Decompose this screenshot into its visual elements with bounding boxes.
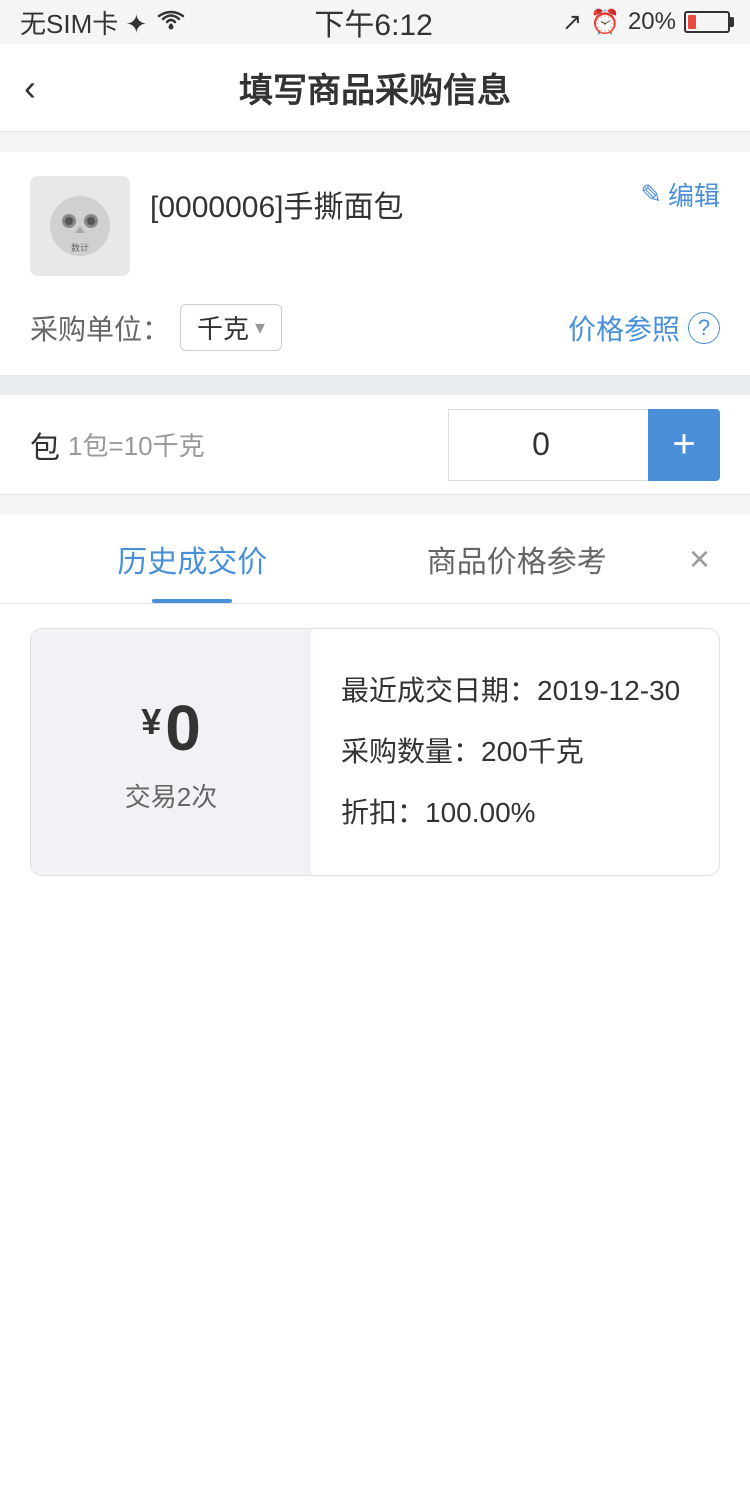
history-card: ¥ 0 交易2次 最近成交日期：2019-12-30 采购数量：200千克 折扣… <box>30 628 720 876</box>
currency-symbol: ¥ <box>141 701 161 743</box>
transactions-label: 交易2次 <box>125 777 217 814</box>
edit-label: 编辑 <box>668 176 720 213</box>
tab-history-price[interactable]: 历史成交价 <box>30 515 354 603</box>
card-price: ¥ 0 <box>141 691 201 765</box>
product-name: [0000006]手撕面包 <box>150 182 403 226</box>
section-divider <box>0 375 750 395</box>
unit-label: 采购单位： <box>30 308 170 348</box>
nav-bar: ‹ 填写商品采购信息 <box>0 44 750 132</box>
price-ref-label: 价格参照 <box>568 308 680 348</box>
product-header: 数计 [0000006]手撕面包 ✎ 编辑 <box>30 176 720 276</box>
quantity-label: 采购数量： <box>341 736 481 767</box>
battery-percent: 20% <box>628 8 676 36</box>
product-logo: 数计 <box>45 191 115 261</box>
quantity-row: 采购数量：200千克 <box>341 730 689 775</box>
unit-sub-label: 1包=10千克 <box>68 426 205 463</box>
date-label: 最近成交日期： <box>341 675 537 706</box>
discount-value: 100.00% <box>425 797 536 828</box>
back-button[interactable]: ‹ <box>24 67 36 109</box>
price-ref-button[interactable]: 价格参照 ? <box>568 308 720 348</box>
status-left: 无SIM卡 ✦ <box>20 4 185 41</box>
page-background-fill <box>0 900 750 1500</box>
card-right: 最近成交日期：2019-12-30 采购数量：200千克 折扣：100.00% <box>311 629 719 875</box>
price-value: 0 <box>165 691 201 765</box>
unit-left: 采购单位： 千克 ▾ <box>30 304 282 351</box>
quantity-input[interactable] <box>448 409 648 481</box>
unit-box-label: 包 <box>30 423 60 467</box>
carrier-label: 无SIM卡 ✦ <box>20 4 147 41</box>
svg-text:数计: 数计 <box>71 242 89 253</box>
date-row: 最近成交日期：2019-12-30 <box>341 669 689 714</box>
status-bar: 无SIM卡 ✦ 下午6:12 ↗ ⏰ 20% <box>0 0 750 44</box>
tabs-header: 历史成交价 商品价格参考 × <box>0 515 750 604</box>
question-icon: ? <box>688 312 720 344</box>
unit-select[interactable]: 千克 ▾ <box>180 304 282 351</box>
wifi-icon <box>157 7 185 38</box>
battery-icon <box>684 11 730 33</box>
tab-product-label: 商品价格参考 <box>427 537 607 581</box>
alarm-icon: ⏰ <box>590 8 620 37</box>
tab-active-indicator <box>152 599 232 603</box>
date-value: 2019-12-30 <box>537 675 680 706</box>
quantity-section: 包 1包=10千克 + <box>0 395 750 495</box>
product-left: 数计 [0000006]手撕面包 <box>30 176 403 276</box>
tabs-section: 历史成交价 商品价格参考 × ¥ 0 交易2次 最近成交日期：2019-12-3… <box>0 515 750 900</box>
status-right: ↗ ⏰ 20% <box>562 8 730 37</box>
tab-product-price[interactable]: 商品价格参考 <box>354 515 678 603</box>
quantity-value: 200千克 <box>481 736 584 767</box>
discount-row: 折扣：100.00% <box>341 791 689 836</box>
quantity-control: + <box>448 409 720 481</box>
product-image: 数计 <box>30 176 130 276</box>
product-unit-row: 采购单位： 千克 ▾ 价格参照 ? <box>30 304 720 351</box>
page-title: 填写商品采购信息 <box>239 63 511 112</box>
product-section: 数计 [0000006]手撕面包 ✎ 编辑 采购单位： 千克 ▾ 价格参照 ? <box>0 152 750 375</box>
unit-label-group: 包 1包=10千克 <box>30 423 448 467</box>
edit-icon: ✎ <box>640 179 662 210</box>
plus-button[interactable]: + <box>648 409 720 481</box>
location-icon: ↗ <box>562 8 582 37</box>
close-button[interactable]: × <box>679 528 720 590</box>
card-container: ¥ 0 交易2次 最近成交日期：2019-12-30 采购数量：200千克 折扣… <box>0 604 750 900</box>
unit-value: 千克 <box>197 309 249 346</box>
edit-button[interactable]: ✎ 编辑 <box>640 176 720 213</box>
card-left: ¥ 0 交易2次 <box>31 629 311 875</box>
chevron-down-icon: ▾ <box>255 315 265 340</box>
tab-history-label: 历史成交价 <box>117 537 267 581</box>
status-time: 下午6:12 <box>314 0 432 44</box>
discount-label: 折扣： <box>341 797 425 828</box>
